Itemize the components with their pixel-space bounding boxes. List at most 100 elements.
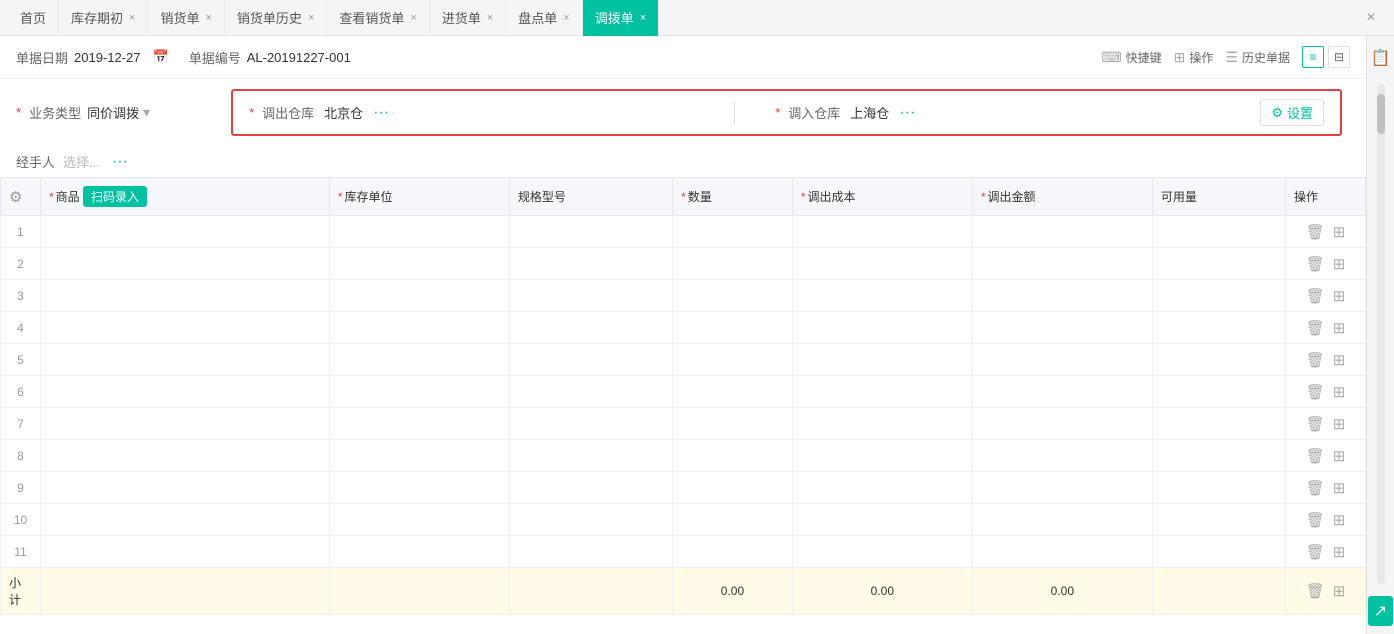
- row-10-amount[interactable]: [972, 504, 1152, 536]
- row-10-unit[interactable]: [329, 504, 509, 536]
- window-close-button[interactable]: ×: [1356, 3, 1386, 33]
- delete-icon-8[interactable]: 🗑: [1306, 447, 1325, 465]
- delete-icon-2[interactable]: 🗑: [1306, 255, 1325, 273]
- scan-input-button[interactable]: 扫码录入: [83, 186, 147, 207]
- layout-icon-grid[interactable]: ⊟: [1328, 46, 1350, 68]
- row-3-product[interactable]: [41, 280, 330, 312]
- tab-sales-order[interactable]: 销货单 ×: [148, 0, 224, 36]
- tab-close-inventory[interactable]: ×: [563, 12, 569, 24]
- delete-icon-3[interactable]: 🗑: [1306, 287, 1325, 305]
- row-11-cost[interactable]: [792, 536, 972, 568]
- row-9-available[interactable]: [1152, 472, 1285, 504]
- copy-icon-6[interactable]: ⊞: [1333, 383, 1346, 401]
- row-6-cost[interactable]: [792, 376, 972, 408]
- row-6-amount[interactable]: [972, 376, 1152, 408]
- row-1-amount[interactable]: [972, 216, 1152, 248]
- row-4-product[interactable]: [41, 312, 330, 344]
- row-2-available[interactable]: [1152, 248, 1285, 280]
- row-6-available[interactable]: [1152, 376, 1285, 408]
- row-10-available[interactable]: [1152, 504, 1285, 536]
- row-8-product[interactable]: [41, 440, 330, 472]
- row-7-amount[interactable]: [972, 408, 1152, 440]
- tab-homepage[interactable]: 首页: [8, 0, 59, 36]
- copy-icon-4[interactable]: ⊞: [1333, 319, 1346, 337]
- sidebar-doc-icon[interactable]: 📋: [1367, 44, 1394, 72]
- row-2-unit[interactable]: [329, 248, 509, 280]
- row-9-cost[interactable]: [792, 472, 972, 504]
- row-11-product[interactable]: [41, 536, 330, 568]
- date-value[interactable]: 2019-12-27: [74, 50, 141, 65]
- row-7-unit[interactable]: [329, 408, 509, 440]
- copy-icon-1[interactable]: ⊞: [1333, 223, 1346, 241]
- row-10-product[interactable]: [41, 504, 330, 536]
- tab-sales-history[interactable]: 销货单历史 ×: [225, 0, 327, 36]
- row-4-spec[interactable]: [509, 312, 672, 344]
- copy-icon-11[interactable]: ⊞: [1333, 543, 1346, 561]
- tab-close-transfer[interactable]: ×: [640, 12, 646, 24]
- tab-close-purchase[interactable]: ×: [487, 12, 493, 24]
- row-2-qty[interactable]: [673, 248, 793, 280]
- row-4-qty[interactable]: [673, 312, 793, 344]
- row-1-product[interactable]: [41, 216, 330, 248]
- row-10-cost[interactable]: [792, 504, 972, 536]
- row-4-available[interactable]: [1152, 312, 1285, 344]
- row-2-product[interactable]: [41, 248, 330, 280]
- tab-close-view-sales[interactable]: ×: [410, 12, 416, 24]
- copy-icon-subtotal[interactable]: ⊞: [1333, 582, 1346, 600]
- row-10-qty[interactable]: [673, 504, 793, 536]
- copy-icon-5[interactable]: ⊞: [1333, 351, 1346, 369]
- row-9-spec[interactable]: [509, 472, 672, 504]
- copy-icon-2[interactable]: ⊞: [1333, 255, 1346, 273]
- row-7-spec[interactable]: [509, 408, 672, 440]
- warehouse-in-value[interactable]: 上海仓: [850, 103, 889, 122]
- row-1-cost[interactable]: [792, 216, 972, 248]
- tab-transfer[interactable]: 调拨单 ×: [583, 0, 659, 36]
- delete-icon-1[interactable]: 🗑: [1306, 223, 1325, 241]
- row-7-qty[interactable]: [673, 408, 793, 440]
- delete-icon-11[interactable]: 🗑: [1306, 543, 1325, 561]
- row-4-amount[interactable]: [972, 312, 1152, 344]
- row-8-cost[interactable]: [792, 440, 972, 472]
- copy-icon-3[interactable]: ⊞: [1333, 287, 1346, 305]
- row-11-amount[interactable]: [972, 536, 1152, 568]
- row-1-available[interactable]: [1152, 216, 1285, 248]
- person-select[interactable]: 选择...: [63, 152, 100, 171]
- copy-icon-8[interactable]: ⊞: [1333, 447, 1346, 465]
- row-4-cost[interactable]: [792, 312, 972, 344]
- row-2-spec[interactable]: [509, 248, 672, 280]
- row-8-available[interactable]: [1152, 440, 1285, 472]
- row-1-qty[interactable]: [673, 216, 793, 248]
- row-8-qty[interactable]: [673, 440, 793, 472]
- delete-icon-6[interactable]: 🗑: [1306, 383, 1325, 401]
- row-5-available[interactable]: [1152, 344, 1285, 376]
- business-type-select[interactable]: 同价调拨 ▾: [87, 103, 207, 122]
- row-10-spec[interactable]: [509, 504, 672, 536]
- warehouse-in-more-icon[interactable]: ···: [899, 104, 915, 122]
- row-3-amount[interactable]: [972, 280, 1152, 312]
- row-3-qty[interactable]: [673, 280, 793, 312]
- row-11-unit[interactable]: [329, 536, 509, 568]
- row-6-spec[interactable]: [509, 376, 672, 408]
- row-5-spec[interactable]: [509, 344, 672, 376]
- tab-view-sales[interactable]: 查看销货单 ×: [327, 0, 429, 36]
- row-9-unit[interactable]: [329, 472, 509, 504]
- tab-inventory-init[interactable]: 库存期初 ×: [59, 0, 148, 36]
- copy-icon-7[interactable]: ⊞: [1333, 415, 1346, 433]
- scrollbar-track[interactable]: [1377, 84, 1385, 584]
- calendar-icon[interactable]: 📅: [153, 49, 169, 65]
- row-9-amount[interactable]: [972, 472, 1152, 504]
- shortcut-action[interactable]: ⌨ 快捷键: [1101, 49, 1161, 66]
- row-6-qty[interactable]: [673, 376, 793, 408]
- row-5-unit[interactable]: [329, 344, 509, 376]
- tab-close-sales-order[interactable]: ×: [205, 12, 211, 24]
- row-8-amount[interactable]: [972, 440, 1152, 472]
- row-7-cost[interactable]: [792, 408, 972, 440]
- history-action[interactable]: ☰ 历史单据: [1225, 49, 1290, 66]
- delete-icon-10[interactable]: 🗑: [1306, 511, 1325, 529]
- row-5-qty[interactable]: [673, 344, 793, 376]
- row-3-cost[interactable]: [792, 280, 972, 312]
- row-5-product[interactable]: [41, 344, 330, 376]
- tab-purchase[interactable]: 进货单 ×: [430, 0, 506, 36]
- row-5-amount[interactable]: [972, 344, 1152, 376]
- row-5-cost[interactable]: [792, 344, 972, 376]
